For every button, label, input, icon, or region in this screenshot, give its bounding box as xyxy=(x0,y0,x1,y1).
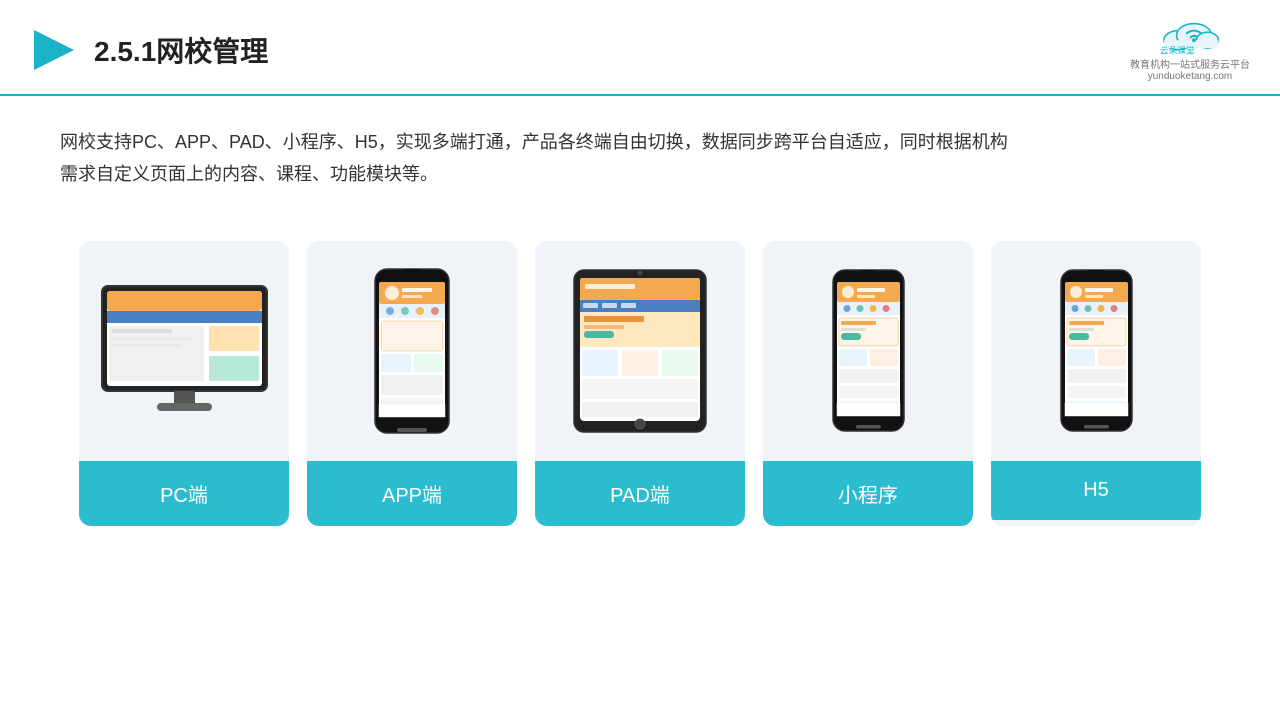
cards-section: PC端 xyxy=(0,211,1280,526)
header-left: 2.5.1网校管理 xyxy=(30,26,268,74)
card-label-pc: PC端 xyxy=(79,461,289,526)
card-h5: H5 xyxy=(991,241,1201,526)
monitor-device xyxy=(97,281,272,421)
logo-area: 云朵课堂 教育机构一站式服务云平台 yunduoketang.com xyxy=(1130,18,1250,82)
tablet-device xyxy=(570,266,710,436)
card-image-app xyxy=(307,241,517,461)
phone-device-app xyxy=(372,266,452,436)
logo-icon: 云朵课堂 xyxy=(1150,18,1230,56)
card-app: APP端 xyxy=(307,241,517,526)
card-label-app: APP端 xyxy=(307,461,517,526)
card-image-h5 xyxy=(991,241,1201,461)
card-label-h5: H5 xyxy=(991,461,1201,520)
phone-device-miniapp xyxy=(831,268,906,433)
card-label-pad: PAD端 xyxy=(535,461,745,526)
play-icon xyxy=(30,26,78,74)
page-container: 2.5.1网校管理 云朵课堂 教育机构一站式服务云平台 yunduoketang… xyxy=(0,0,1280,720)
page-title: 2.5.1网校管理 xyxy=(94,30,268,70)
phone-device-h5 xyxy=(1059,268,1134,433)
card-miniapp: 小程序 xyxy=(763,241,973,526)
svg-text:云朵课堂: 云朵课堂 xyxy=(1160,45,1195,56)
card-image-miniapp xyxy=(763,241,973,461)
card-image-pad xyxy=(535,241,745,461)
card-pc: PC端 xyxy=(79,241,289,526)
card-pad: PAD端 xyxy=(535,241,745,526)
description: 网校支持PC、APP、PAD、小程序、H5，实现多端打通，产品各终端自由切换，数… xyxy=(0,96,1280,201)
card-image-pc xyxy=(79,241,289,461)
card-label-miniapp: 小程序 xyxy=(763,461,973,526)
header: 2.5.1网校管理 云朵课堂 教育机构一站式服务云平台 yunduoketang… xyxy=(0,0,1280,96)
logo-sub-text: 教育机构一站式服务云平台 yunduoketang.com xyxy=(1130,56,1250,82)
